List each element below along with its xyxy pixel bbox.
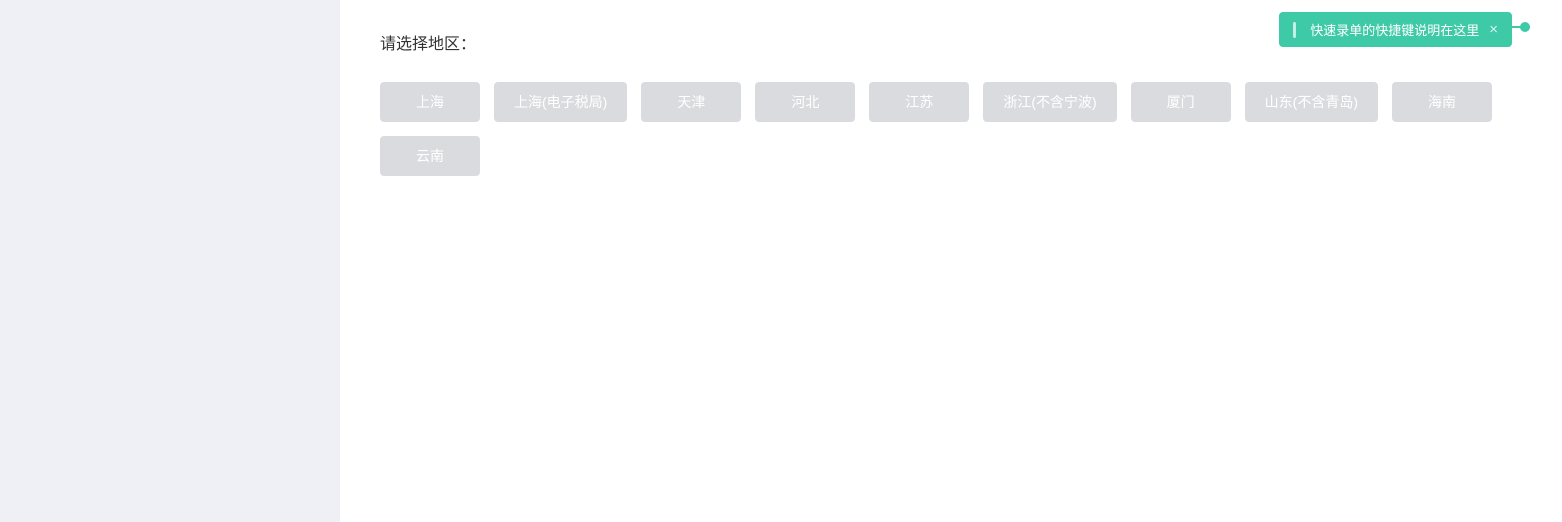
region-button-shanghai[interactable]: 上海 (380, 82, 480, 122)
region-button-hebei[interactable]: 河北 (755, 82, 855, 122)
region-button-hainan[interactable]: 海南 (1392, 82, 1492, 122)
main-content: 请选择地区： 上海上海(电子税局)天津河北江苏浙江(不含宁波)厦门山东(不含青岛… (340, 0, 1562, 522)
region-button-jiangsu[interactable]: 江苏 (869, 82, 969, 122)
region-button-yunnan[interactable]: 云南 (380, 136, 480, 176)
tooltip-close-button[interactable]: × (1489, 22, 1498, 37)
region-button-group: 上海上海(电子税局) 天津河北江苏浙江(不含宁波) 厦门山东(不含青岛) 海南云南 (380, 82, 1522, 176)
tooltip-text: 快速录单的快捷键说明在这里 (1310, 20, 1479, 39)
region-button-shandong[interactable]: 山东(不含青岛) (1245, 82, 1378, 122)
region-button-shanghai-etax[interactable]: 上海(电子税局) (494, 82, 627, 122)
region-button-xiamen[interactable]: 厦门 (1131, 82, 1231, 122)
region-button-zhejiang[interactable]: 浙江(不含宁波) (983, 82, 1116, 122)
sidebar (0, 0, 340, 522)
tooltip-dot (1520, 22, 1530, 32)
tooltip-bar: 快速录单的快捷键说明在这里 × (1279, 12, 1512, 47)
region-button-tianjin[interactable]: 天津 (641, 82, 741, 122)
